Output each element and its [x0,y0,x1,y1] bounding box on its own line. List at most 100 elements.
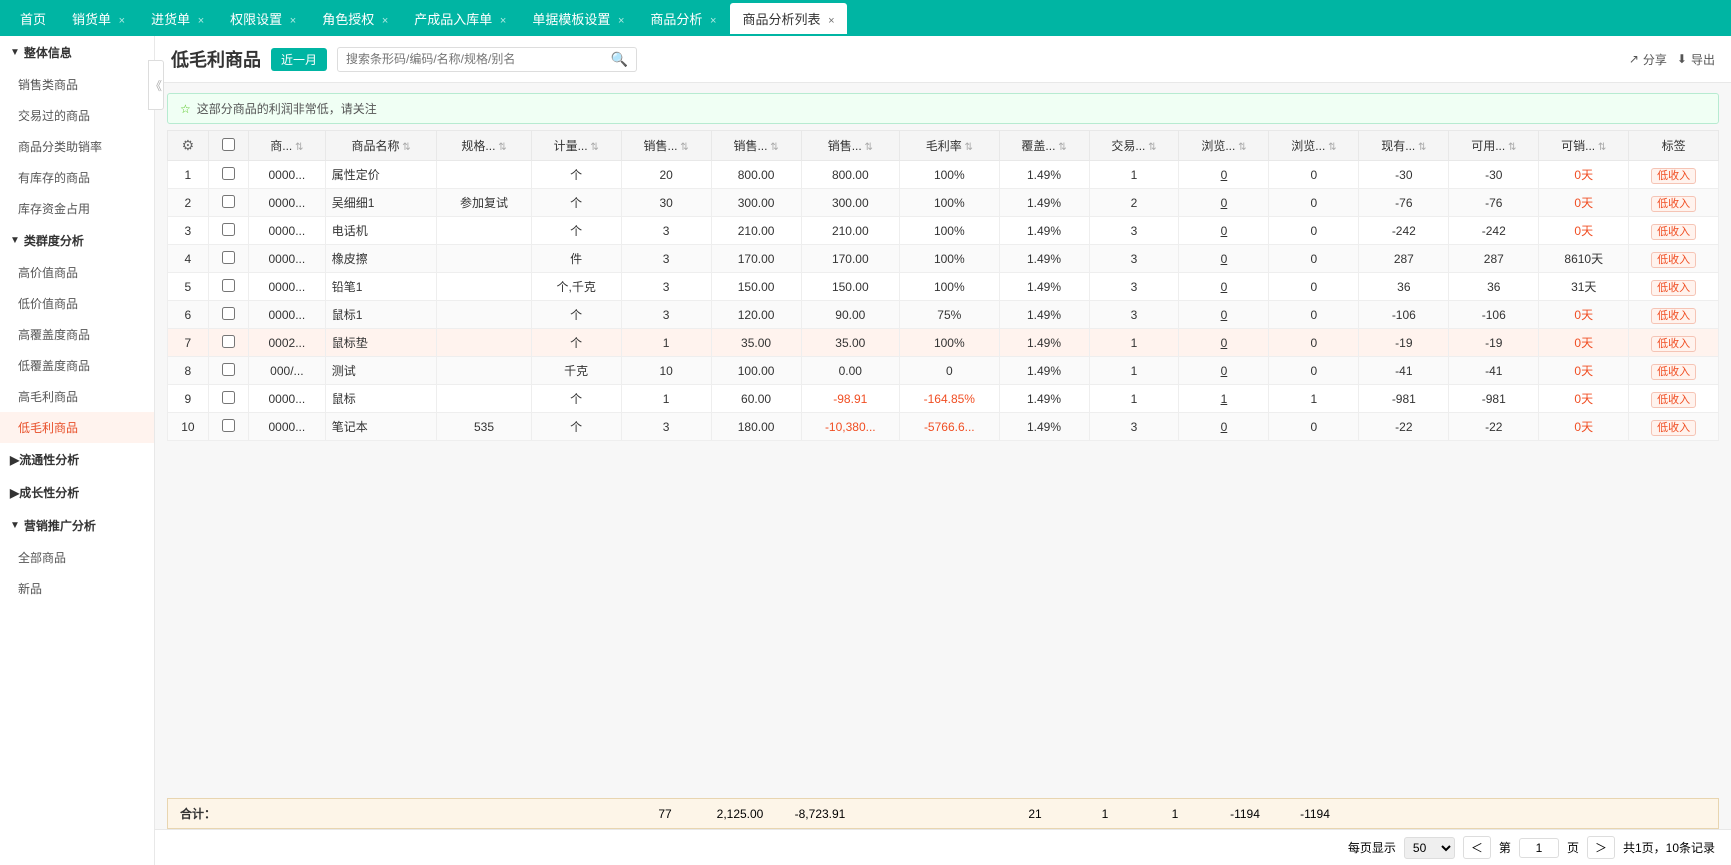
sidebar-section-marketing[interactable]: ▼ 营销推广分析 [0,509,154,542]
col-name[interactable]: 商品名称 [325,131,437,161]
browse1-link[interactable]: 0 [1221,420,1228,434]
share-button[interactable]: ↗ 分享 [1629,51,1667,68]
nav-item-purchase[interactable]: 进货单 × [139,3,216,34]
row-browse1[interactable]: 1 [1179,385,1269,413]
sidebar-item-low-coverage[interactable]: 低覆盖度商品 [0,350,154,381]
row-select-checkbox[interactable] [222,223,235,236]
sidebar-item-new-goods[interactable]: 新品 [0,573,154,604]
row-select-checkbox[interactable] [222,391,235,404]
row-select-checkbox[interactable] [222,335,235,348]
sidebar-item-all-goods[interactable]: 全部商品 [0,542,154,573]
next-page-button[interactable]: ＞ [1587,836,1615,859]
nav-item-home[interactable]: 首页 [8,3,58,34]
col-checkbox-all[interactable] [208,131,248,161]
nav-item-analysis[interactable]: 商品分析 × [638,3,728,34]
sidebar-item-high-value[interactable]: 高价值商品 [0,257,154,288]
sidebar-section-overall[interactable]: ▼ 整体信息 [0,36,154,69]
sidebar-section-circulation[interactable]: ▶ 流通性分析 [0,443,154,476]
row-select-checkbox[interactable] [222,419,235,432]
sidebar-item-stock-capital[interactable]: 库存资金占用 [0,193,154,224]
nav-item-product[interactable]: 产成品入库单 × [402,3,518,34]
row-select-checkbox[interactable] [222,307,235,320]
sidebar-section-cluster[interactable]: ▼ 类群度分析 [0,224,154,257]
nav-close-template[interactable]: × [618,15,624,27]
page-number-input[interactable] [1519,838,1559,858]
row-browse1[interactable]: 0 [1179,161,1269,189]
nav-close-role[interactable]: × [382,15,388,27]
row-select-checkbox[interactable] [222,279,235,292]
col-sale-profit[interactable]: 销售... [801,131,899,161]
row-browse1[interactable]: 0 [1179,245,1269,273]
row-checkbox[interactable] [208,245,248,273]
browse1-link[interactable]: 0 [1221,168,1228,182]
sidebar-item-low-margin[interactable]: 低毛利商品 [0,412,154,443]
nav-item-permission[interactable]: 权限设置 × [218,3,308,34]
row-browse1[interactable]: 0 [1179,329,1269,357]
row-checkbox[interactable] [208,189,248,217]
nav-close-permission[interactable]: × [290,15,296,27]
col-available[interactable]: 可用... [1449,131,1539,161]
row-select-checkbox[interactable] [222,167,235,180]
browse1-link[interactable]: 1 [1221,392,1228,406]
row-checkbox[interactable] [208,217,248,245]
col-sale-amt[interactable]: 销售... [711,131,801,161]
col-code[interactable]: 商... [248,131,325,161]
row-browse1[interactable]: 0 [1179,217,1269,245]
browse1-link[interactable]: 0 [1221,280,1228,294]
sidebar-item-category-rate[interactable]: 商品分类助销率 [0,131,154,162]
sidebar-item-high-margin[interactable]: 高毛利商品 [0,381,154,412]
browse1-link[interactable]: 0 [1221,308,1228,322]
row-browse1[interactable]: 0 [1179,357,1269,385]
nav-item-role[interactable]: 角色授权 × [310,3,400,34]
row-select-checkbox[interactable] [222,363,235,376]
nav-close-analysis-list[interactable]: × [828,15,834,27]
col-cover-rate[interactable]: 覆盖... [999,131,1089,161]
nav-close-product[interactable]: × [500,15,506,27]
browse1-link[interactable]: 0 [1221,196,1228,210]
nav-close-purchase[interactable]: × [198,15,204,27]
col-browse2[interactable]: 浏览... [1269,131,1359,161]
row-select-checkbox[interactable] [222,251,235,264]
browse1-link[interactable]: 0 [1221,364,1228,378]
row-checkbox[interactable] [208,329,248,357]
page-size-select[interactable]: 50 100 [1404,837,1455,859]
row-checkbox[interactable] [208,301,248,329]
select-all-checkbox[interactable] [222,138,235,151]
prev-page-button[interactable]: ＜ [1463,836,1491,859]
sidebar-item-traded-goods[interactable]: 交易过的商品 [0,100,154,131]
nav-item-template[interactable]: 单据模板设置 × [520,3,636,34]
col-unit[interactable]: 计量... [531,131,621,161]
col-trade-count[interactable]: 交易... [1089,131,1179,161]
row-checkbox[interactable] [208,385,248,413]
search-input[interactable] [346,52,611,66]
nav-close-sales[interactable]: × [119,15,125,27]
export-button[interactable]: ⬇ 导出 [1677,51,1715,68]
row-select-checkbox[interactable] [222,195,235,208]
nav-close-analysis[interactable]: × [710,15,716,27]
sidebar-item-in-stock[interactable]: 有库存的商品 [0,162,154,193]
col-spec[interactable]: 规格... [437,131,531,161]
filter-recent-month-button[interactable]: 近一月 [271,48,327,71]
sidebar-item-low-value[interactable]: 低价值商品 [0,288,154,319]
col-sale-qty[interactable]: 销售... [621,131,711,161]
nav-item-analysis-list[interactable]: 商品分析列表 × [730,3,846,34]
table-wrapper[interactable]: ⚙ 商... 商品名称 规格... 计量... 销售... 销售... 销售..… [167,130,1719,798]
sidebar-section-growth[interactable]: ▶ 成长性分析 [0,476,154,509]
col-browse1[interactable]: 浏览... [1179,131,1269,161]
col-saleable[interactable]: 可销... [1539,131,1629,161]
row-checkbox[interactable] [208,161,248,189]
row-browse1[interactable]: 0 [1179,301,1269,329]
row-browse1[interactable]: 0 [1179,413,1269,441]
sidebar-item-sales-goods[interactable]: 销售类商品 [0,69,154,100]
settings-icon[interactable]: ⚙ [182,137,195,153]
col-gross-rate[interactable]: 毛利率 [900,131,1000,161]
sidebar-item-high-coverage[interactable]: 高覆盖度商品 [0,319,154,350]
col-current[interactable]: 现有... [1359,131,1449,161]
row-checkbox[interactable] [208,273,248,301]
row-browse1[interactable]: 0 [1179,273,1269,301]
browse1-link[interactable]: 0 [1221,336,1228,350]
browse1-link[interactable]: 0 [1221,252,1228,266]
col-settings[interactable]: ⚙ [168,131,209,161]
row-checkbox[interactable] [208,413,248,441]
browse1-link[interactable]: 0 [1221,224,1228,238]
